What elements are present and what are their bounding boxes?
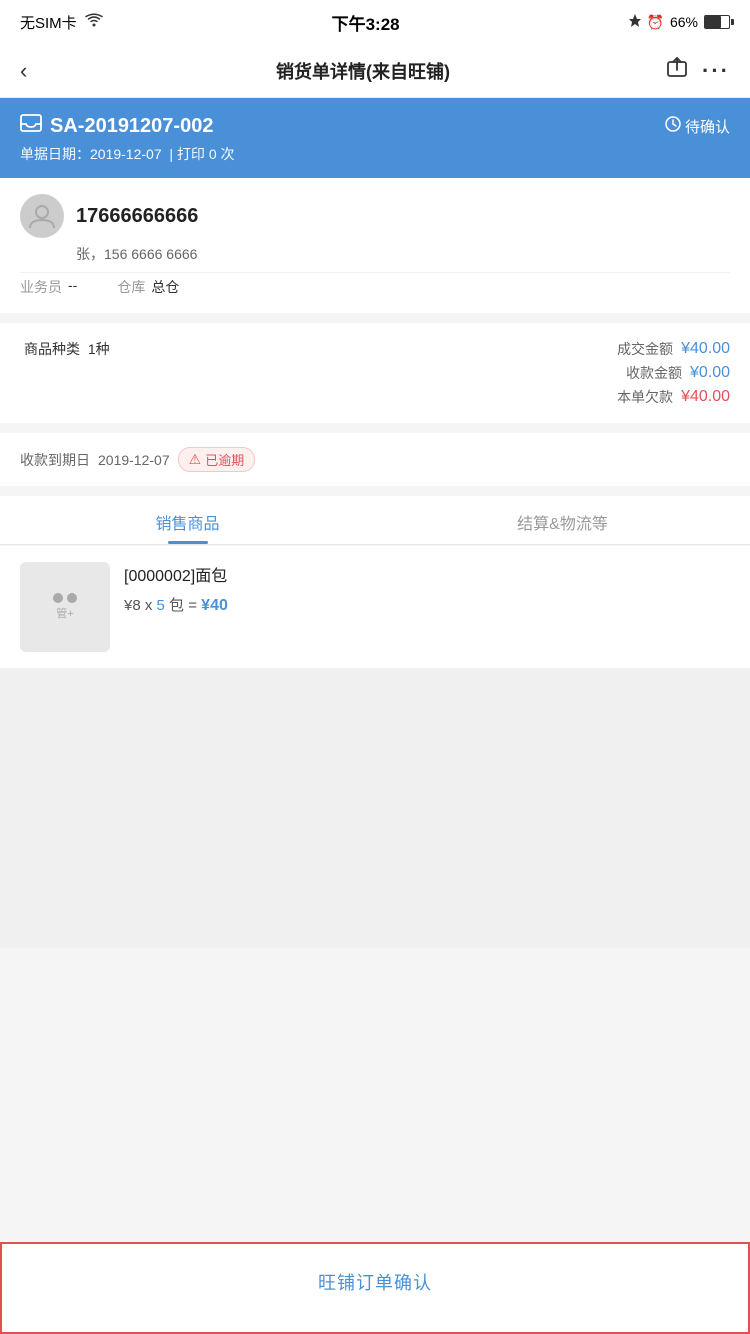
warning-icon: ⚠ bbox=[189, 451, 202, 468]
collected-amount-value: ¥0.00 bbox=[690, 364, 730, 382]
owl-eye-right bbox=[67, 593, 77, 603]
alarm-icon: ⏰ bbox=[647, 14, 664, 31]
status-right: ⏰ 66% bbox=[629, 14, 730, 31]
nav-bar: ‹ 销货单详情(来自旺铺) ··· bbox=[0, 44, 750, 98]
clock-icon bbox=[665, 116, 681, 136]
order-meta: 单据日期：2019-12-07 | 打印 0 次 bbox=[20, 144, 730, 164]
warehouse-label: 仓库 bbox=[117, 277, 145, 297]
product-price: ¥8 bbox=[124, 597, 141, 614]
wifi-icon bbox=[85, 13, 103, 31]
tabs-bar: 销售商品 结算&物流等 bbox=[0, 496, 750, 545]
status-time: 下午3:28 bbox=[332, 10, 400, 35]
product-price-row: ¥8 x 5 包 = ¥40 bbox=[124, 594, 730, 615]
product-type-label: 商品种类 bbox=[24, 341, 80, 357]
share-icon[interactable] bbox=[666, 57, 688, 84]
owed-amount-row: 本单欠款 ¥40.00 bbox=[617, 387, 730, 407]
sales-rep-value: -- bbox=[68, 277, 77, 297]
due-date-card: 收款到期日 2019-12-07 ⚠ 已逾期 bbox=[0, 433, 750, 486]
summary-card: 商品种类 1种 成交金额 ¥40.00 收款金额 ¥0.00 本单欠款 ¥40.… bbox=[0, 323, 750, 423]
owed-amount-value: ¥40.00 bbox=[681, 388, 730, 406]
nav-actions: ··· bbox=[666, 57, 730, 84]
collected-amount-row: 收款金额 ¥0.00 bbox=[626, 363, 730, 383]
collected-amount-label: 收款金额 bbox=[626, 363, 682, 383]
customer-name-phone: 张，156 6666 6666 bbox=[76, 244, 730, 264]
page-title: 销货单详情(来自旺铺) bbox=[276, 58, 450, 84]
status-text: 待确认 bbox=[685, 116, 730, 137]
back-button[interactable]: ‹ bbox=[20, 58, 60, 84]
tab-sales-products[interactable]: 销售商品 bbox=[0, 496, 375, 544]
sales-rep-item: 业务员 -- bbox=[20, 277, 77, 297]
product-item: 管+ [0000002]面包 ¥8 x 5 包 = ¥40 bbox=[0, 546, 750, 668]
battery-icon bbox=[704, 15, 730, 29]
customer-card: 17666666666 张，156 6666 6666 业务员 -- 仓库 总仓 bbox=[0, 178, 750, 313]
overdue-badge: ⚠ 已逾期 bbox=[178, 447, 256, 472]
confirm-button[interactable]: 旺铺订单确认 bbox=[22, 1256, 728, 1308]
transaction-amount-value: ¥40.00 bbox=[681, 340, 730, 358]
owed-amount-label: 本单欠款 bbox=[617, 387, 673, 407]
order-status: 待确认 bbox=[665, 116, 730, 137]
overdue-text: 已逾期 bbox=[205, 450, 244, 469]
transaction-amount-row: 成交金额 ¥40.00 bbox=[617, 339, 730, 359]
product-total: ¥40 bbox=[201, 597, 228, 614]
bottom-spacer bbox=[0, 668, 750, 948]
summary-right: 成交金额 ¥40.00 收款金额 ¥0.00 本单欠款 ¥40.00 bbox=[617, 339, 730, 407]
owl-eye-left bbox=[53, 593, 63, 603]
more-icon[interactable]: ··· bbox=[702, 58, 730, 84]
status-bar: 无SIM卡 下午3:28 ⏰ 66% bbox=[0, 0, 750, 44]
status-left: 无SIM卡 bbox=[20, 12, 103, 33]
product-quantity: 5 bbox=[157, 597, 165, 614]
due-date-value: 2019-12-07 bbox=[98, 452, 170, 468]
product-unit: 包 bbox=[169, 597, 184, 614]
summary-left: 商品种类 1种 bbox=[20, 339, 110, 361]
equals-sign: = bbox=[188, 597, 201, 614]
product-thumbnail: 管+ bbox=[20, 562, 110, 652]
customer-info-row: 业务员 -- 仓库 总仓 bbox=[20, 272, 730, 297]
avatar bbox=[20, 194, 64, 238]
battery-text: 66% bbox=[670, 14, 698, 30]
multiply-sign: x bbox=[145, 597, 157, 614]
product-type-row: 商品种类 1种 bbox=[20, 339, 110, 359]
inbox-icon bbox=[20, 114, 42, 138]
confirm-button-wrapper: 旺铺订单确认 bbox=[0, 1242, 750, 1334]
owl-logo: 管+ bbox=[53, 593, 77, 621]
order-header: SA-20191207-002 待确认 单据日期：2019-12-07 | 打印… bbox=[0, 98, 750, 178]
product-info: [0000002]面包 ¥8 x 5 包 = ¥40 bbox=[124, 562, 730, 615]
warehouse-item: 仓库 总仓 bbox=[117, 277, 179, 297]
transaction-amount-label: 成交金额 bbox=[617, 339, 673, 359]
carrier-text: 无SIM卡 bbox=[20, 12, 77, 33]
location-icon bbox=[629, 14, 641, 31]
product-name: [0000002]面包 bbox=[124, 562, 730, 586]
owl-text: 管+ bbox=[56, 605, 73, 621]
due-date-label: 收款到期日 bbox=[20, 450, 90, 470]
tab-settlement-logistics[interactable]: 结算&物流等 bbox=[375, 496, 750, 544]
sales-rep-label: 业务员 bbox=[20, 277, 62, 297]
product-type-value: 1种 bbox=[88, 341, 110, 357]
warehouse-value: 总仓 bbox=[151, 277, 179, 297]
order-id: SA-20191207-002 bbox=[20, 114, 213, 138]
customer-phone: 17666666666 bbox=[76, 205, 198, 228]
order-id-text: SA-20191207-002 bbox=[50, 115, 213, 138]
